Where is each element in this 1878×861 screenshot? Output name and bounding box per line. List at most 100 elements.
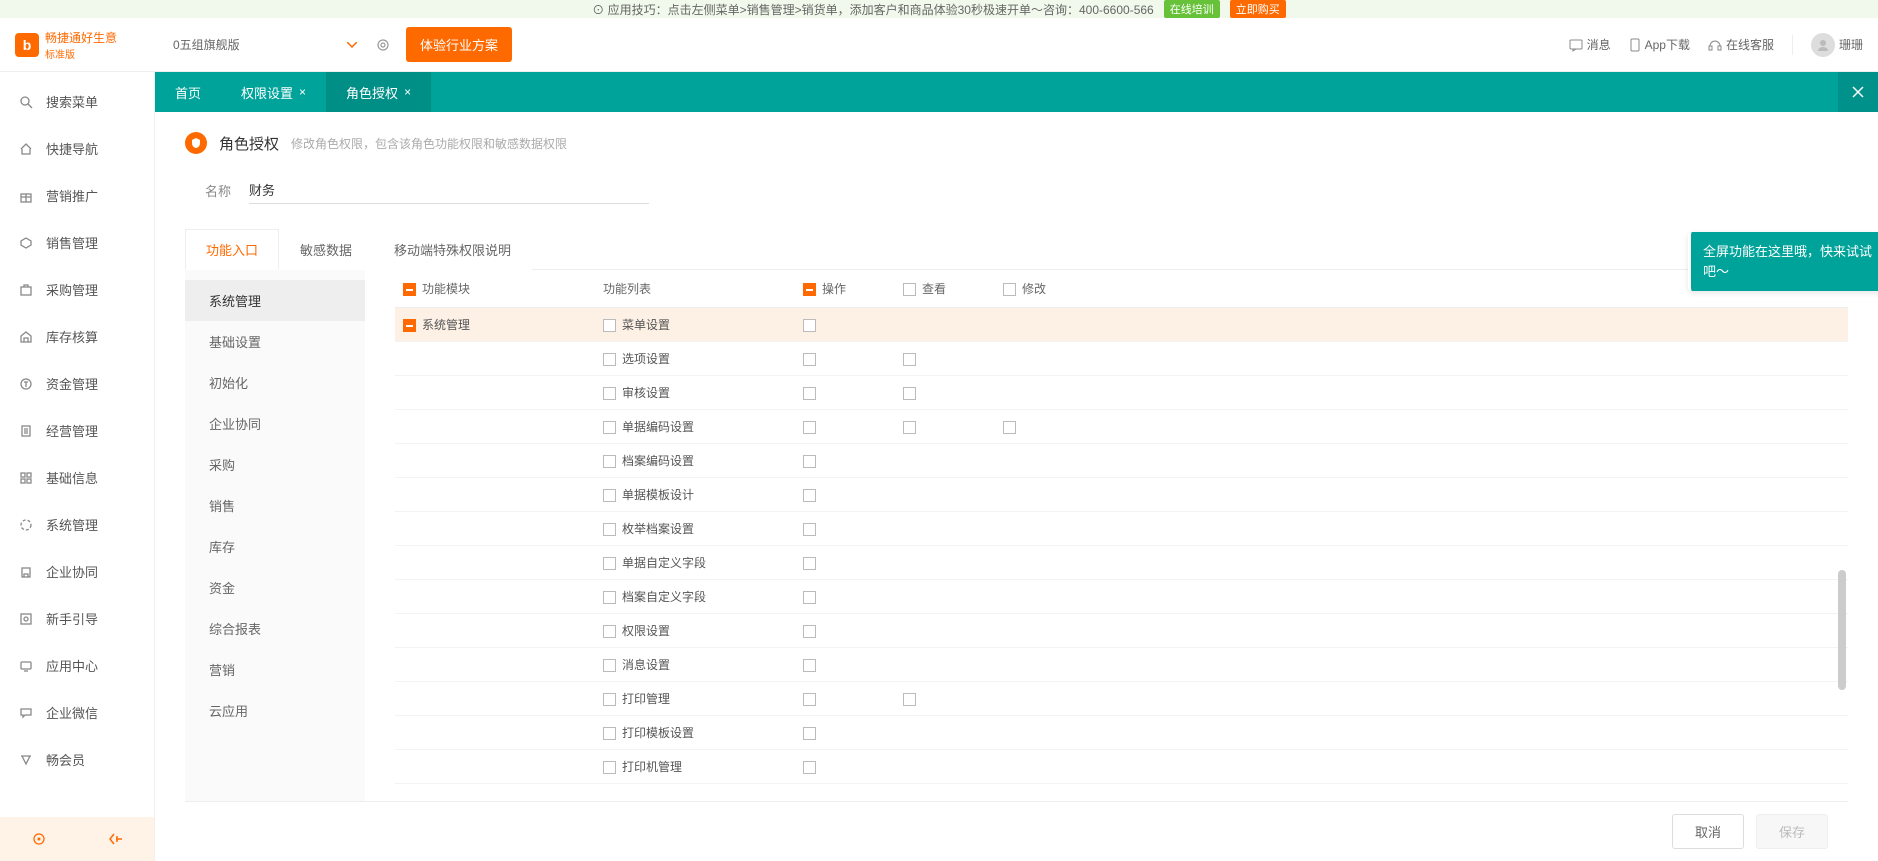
perm-nav-item-7[interactable]: 资金 <box>185 567 365 608</box>
fullscreen-hint-callout[interactable]: 全屏功能在这里哦，快来试试吧～ <box>1688 232 1878 291</box>
notice-buy-button[interactable]: 立即购买 <box>1230 0 1286 18</box>
row-name: 菜单设置 <box>622 318 670 332</box>
sidebar-item-label: 快捷导航 <box>46 139 98 158</box>
sidebar-item-label: 营销推广 <box>46 186 98 205</box>
checkbox-row[interactable] <box>603 319 616 332</box>
support-link[interactable]: 在线客服 <box>1708 36 1774 53</box>
checkbox-op[interactable] <box>803 591 816 604</box>
notice-text: ⊙ 应用技巧：点击左侧菜单>销售管理>销货单，添加客户和商品体验30秒极速开单～… <box>592 1 1153 18</box>
sidebar-item-6[interactable]: 资金管理 <box>0 360 154 407</box>
checkbox-op[interactable] <box>803 557 816 570</box>
sidebar-item-3[interactable]: 销售管理 <box>0 219 154 266</box>
logo-text: 畅捷通好生意 <box>45 29 117 46</box>
messages-link[interactable]: 消息 <box>1569 36 1611 53</box>
subtab-1[interactable]: 敏感数据 <box>279 229 373 270</box>
collapse-icon[interactable] <box>108 832 124 846</box>
checkbox-row[interactable] <box>603 591 616 604</box>
sidebar-item-1[interactable]: 快捷导航 <box>0 125 154 172</box>
sidebar-item-2[interactable]: 营销推广 <box>0 172 154 219</box>
checkbox-op[interactable] <box>803 319 816 332</box>
permission-table: 功能模块 功能列表 操作 查看 修改 系统管理菜单设置选项设置审核设置单据编码设… <box>395 270 1848 784</box>
sidebar-item-5[interactable]: 库存核算 <box>0 313 154 360</box>
checkbox-row[interactable] <box>603 625 616 638</box>
perm-nav-item-10[interactable]: 云应用 <box>185 690 365 731</box>
checkbox-op[interactable] <box>803 387 816 400</box>
table-row: 打印管理 <box>395 682 1848 716</box>
perm-nav-item-2[interactable]: 初始化 <box>185 362 365 403</box>
notice-training-button[interactable]: 在线培训 <box>1164 0 1220 18</box>
checkbox-view[interactable] <box>903 387 916 400</box>
checkbox-row[interactable] <box>603 693 616 706</box>
gear-icon[interactable] <box>31 831 47 847</box>
perm-nav-item-8[interactable]: 综合报表 <box>185 608 365 649</box>
checkbox-edit[interactable] <box>1003 421 1016 434</box>
checkbox-op[interactable] <box>803 489 816 502</box>
sidebar-item-8[interactable]: 基础信息 <box>0 454 154 501</box>
checkbox-view[interactable] <box>903 421 916 434</box>
settings-icon[interactable] <box>375 37 391 53</box>
checkbox-op[interactable] <box>803 455 816 468</box>
checkbox-view[interactable] <box>903 353 916 366</box>
sidebar-item-10[interactable]: 企业协同 <box>0 548 154 595</box>
tab-2[interactable]: 角色授权× <box>326 72 431 112</box>
close-icon[interactable]: × <box>299 85 306 99</box>
tabbar-close-button[interactable] <box>1838 72 1878 112</box>
checkbox-all-op[interactable] <box>803 283 816 296</box>
subtab-2[interactable]: 移动端特殊权限说明 <box>373 229 532 270</box>
checkbox-op[interactable] <box>803 659 816 672</box>
perm-nav-item-1[interactable]: 基础设置 <box>185 321 365 362</box>
checkbox-row[interactable] <box>603 761 616 774</box>
app-download-link[interactable]: App下载 <box>1629 36 1690 53</box>
scrollbar-thumb[interactable] <box>1838 570 1846 690</box>
sidebar-item-12[interactable]: 应用中心 <box>0 642 154 689</box>
checkbox-row[interactable] <box>603 387 616 400</box>
sidebar-item-14[interactable]: 畅会员 <box>0 736 154 783</box>
perm-nav-item-4[interactable]: 采购 <box>185 444 365 485</box>
sidebar-item-11[interactable]: 新手引导 <box>0 595 154 642</box>
checkbox-op[interactable] <box>803 693 816 706</box>
subtab-0[interactable]: 功能入口 <box>185 229 279 270</box>
sidebar-item-9[interactable]: 系统管理 <box>0 501 154 548</box>
perm-nav-item-9[interactable]: 营销 <box>185 649 365 690</box>
org-selector[interactable]: 0五组旗舰版 <box>165 30 365 60</box>
checkbox-all-edit[interactable] <box>1003 283 1016 296</box>
checkbox-row[interactable] <box>603 353 616 366</box>
checkbox-row[interactable] <box>603 455 616 468</box>
perm-nav-item-3[interactable]: 企业协同 <box>185 403 365 444</box>
headset-icon <box>1708 38 1722 52</box>
perm-nav-item-6[interactable]: 库存 <box>185 526 365 567</box>
tab-0[interactable]: 首页 <box>155 72 221 112</box>
checkbox-row[interactable] <box>603 523 616 536</box>
checkbox-op[interactable] <box>803 727 816 740</box>
shield-icon <box>185 132 207 154</box>
message-icon <box>1569 38 1583 52</box>
cycle-icon <box>18 517 34 533</box>
checkbox-row[interactable] <box>603 489 616 502</box>
checkbox-op[interactable] <box>803 523 816 536</box>
cancel-button[interactable]: 取消 <box>1672 814 1744 849</box>
sidebar-item-13[interactable]: 企业微信 <box>0 689 154 736</box>
sidebar-item-0[interactable]: 搜索菜单 <box>0 78 154 125</box>
experience-button[interactable]: 体验行业方案 <box>406 27 512 62</box>
close-icon[interactable]: × <box>404 85 411 99</box>
checkbox-group[interactable] <box>403 319 416 332</box>
sidebar-item-7[interactable]: 经营管理 <box>0 407 154 454</box>
checkbox-all-view[interactable] <box>903 283 916 296</box>
checkbox-op[interactable] <box>803 625 816 638</box>
checkbox-row[interactable] <box>603 659 616 672</box>
checkbox-view[interactable] <box>903 693 916 706</box>
money-icon <box>18 376 34 392</box>
perm-nav-item-0[interactable]: 系统管理 <box>185 280 365 321</box>
checkbox-op[interactable] <box>803 761 816 774</box>
checkbox-row[interactable] <box>603 421 616 434</box>
sidebar-item-4[interactable]: 采购管理 <box>0 266 154 313</box>
perm-nav-item-5[interactable]: 销售 <box>185 485 365 526</box>
checkbox-op[interactable] <box>803 353 816 366</box>
checkbox-all-module[interactable] <box>403 283 416 296</box>
user-menu[interactable]: 珊珊 <box>1811 33 1863 57</box>
tab-1[interactable]: 权限设置× <box>221 72 326 112</box>
sidebar-item-label: 搜索菜单 <box>46 92 98 111</box>
checkbox-row[interactable] <box>603 727 616 740</box>
checkbox-op[interactable] <box>803 421 816 434</box>
checkbox-row[interactable] <box>603 557 616 570</box>
